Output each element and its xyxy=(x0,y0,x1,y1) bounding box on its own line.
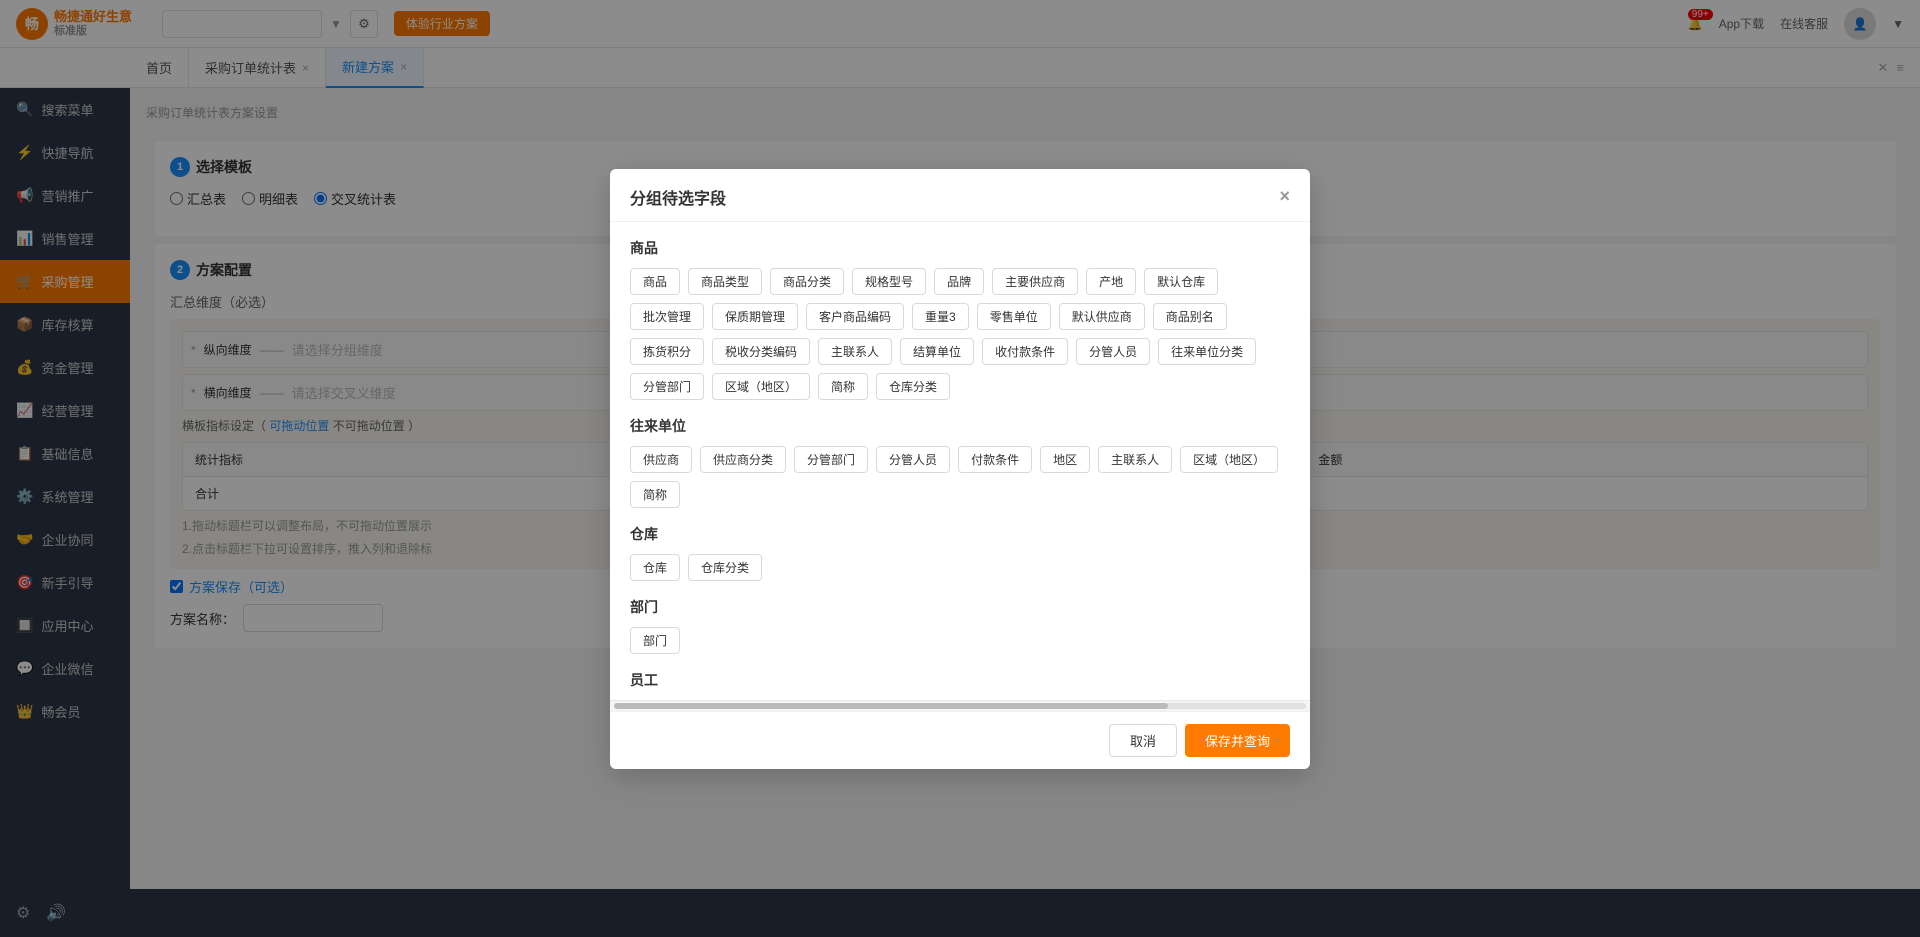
tag-biz-unit-class[interactable]: 往来单位分类 xyxy=(1158,338,1256,365)
tag-mgr-dept[interactable]: 分管部门 xyxy=(794,446,868,473)
tag-region1[interactable]: 区域（地区） xyxy=(712,373,810,400)
tag-mgr-person[interactable]: 分管人员 xyxy=(876,446,950,473)
section-staff-title: 员工 xyxy=(630,670,1290,690)
tag-supplier[interactable]: 供应商 xyxy=(630,446,692,473)
tag-payment-terms[interactable]: 收付款条件 xyxy=(982,338,1068,365)
tag-default-supplier[interactable]: 默认供应商 xyxy=(1059,303,1145,330)
section-staff: 员工 业务员 xyxy=(630,670,1290,701)
tag-goods-type[interactable]: 商品类型 xyxy=(688,268,762,295)
modal-title: 分组待选字段 xyxy=(630,185,726,209)
tag-pick-points[interactable]: 拣货积分 xyxy=(630,338,704,365)
modal-hscrollbar[interactable] xyxy=(610,700,1310,710)
tag-spec-model[interactable]: 规格型号 xyxy=(852,268,926,295)
section-biz-unit-title: 往来单位 xyxy=(630,416,1290,436)
tag-dept[interactable]: 分管部门 xyxy=(630,373,704,400)
tag-weight[interactable]: 重量3 xyxy=(912,303,969,330)
section-goods: 商品 商品 商品类型 商品分类 规格型号 品牌 主要供应商 产地 默认仓库 批次… xyxy=(630,238,1290,400)
tag-retail-unit[interactable]: 零售单位 xyxy=(977,303,1051,330)
section-dept: 部门 部门 xyxy=(630,597,1290,654)
tag-brand[interactable]: 品牌 xyxy=(934,268,984,295)
section-warehouse-title: 仓库 xyxy=(630,524,1290,544)
modal-overlay: 分组待选字段 × 商品 商品 商品类型 商品分类 规格型号 品牌 主要供应商 产… xyxy=(0,0,1920,937)
tag-goods-alias[interactable]: 商品别名 xyxy=(1153,303,1227,330)
section-biz-unit: 往来单位 供应商 供应商分类 分管部门 分管人员 付款条件 地区 主联系人 区域… xyxy=(630,416,1290,508)
tag-main-contact[interactable]: 主联系人 xyxy=(818,338,892,365)
dept-tags: 部门 xyxy=(630,627,1290,654)
tag-manager[interactable]: 分管人员 xyxy=(1076,338,1150,365)
tag-main-supplier[interactable]: 主要供应商 xyxy=(992,268,1078,295)
section-goods-title: 商品 xyxy=(630,238,1290,258)
tag-main-contact2[interactable]: 主联系人 xyxy=(1098,446,1172,473)
tag-supplier-class[interactable]: 供应商分类 xyxy=(700,446,786,473)
tag-origin[interactable]: 产地 xyxy=(1086,268,1136,295)
tag-customer-code[interactable]: 客户商品编码 xyxy=(806,303,904,330)
section-dept-title: 部门 xyxy=(630,597,1290,617)
field-select-modal: 分组待选字段 × 商品 商品 商品类型 商品分类 规格型号 品牌 主要供应商 产… xyxy=(610,169,1310,769)
tag-quality[interactable]: 保质期管理 xyxy=(712,303,798,330)
tag-pay-terms[interactable]: 付款条件 xyxy=(958,446,1032,473)
tag-warehouse[interactable]: 仓库 xyxy=(630,554,680,581)
modal-footer: 取消 保存并查询 xyxy=(610,711,1310,769)
biz-unit-tags: 供应商 供应商分类 分管部门 分管人员 付款条件 地区 主联系人 区域（地区） … xyxy=(630,446,1290,508)
tag-tax-code[interactable]: 税收分类编码 xyxy=(712,338,810,365)
tag-abbr2[interactable]: 简称 xyxy=(630,481,680,508)
tag-warehouse-class1[interactable]: 仓库分类 xyxy=(876,373,950,400)
modal-body[interactable]: 商品 商品 商品类型 商品分类 规格型号 品牌 主要供应商 产地 默认仓库 批次… xyxy=(610,222,1310,701)
save-button[interactable]: 保存并查询 xyxy=(1185,724,1290,757)
goods-tags: 商品 商品类型 商品分类 规格型号 品牌 主要供应商 产地 默认仓库 批次管理 … xyxy=(630,268,1290,400)
section-warehouse: 仓库 仓库 仓库分类 xyxy=(630,524,1290,581)
tag-batch[interactable]: 批次管理 xyxy=(630,303,704,330)
modal-close-button[interactable]: × xyxy=(1279,186,1290,207)
modal-header: 分组待选字段 × xyxy=(610,169,1310,222)
tag-area[interactable]: 地区 xyxy=(1040,446,1090,473)
tag-abbr1[interactable]: 简称 xyxy=(818,373,868,400)
tag-settlement-unit[interactable]: 结算单位 xyxy=(900,338,974,365)
warehouse-tags: 仓库 仓库分类 xyxy=(630,554,1290,581)
tag-goods-class[interactable]: 商品分类 xyxy=(770,268,844,295)
tag-region2[interactable]: 区域（地区） xyxy=(1180,446,1278,473)
tag-goods[interactable]: 商品 xyxy=(630,268,680,295)
tag-department[interactable]: 部门 xyxy=(630,627,680,654)
tag-default-warehouse[interactable]: 默认仓库 xyxy=(1144,268,1218,295)
tag-warehouse-class[interactable]: 仓库分类 xyxy=(688,554,762,581)
cancel-button[interactable]: 取消 xyxy=(1109,724,1177,757)
